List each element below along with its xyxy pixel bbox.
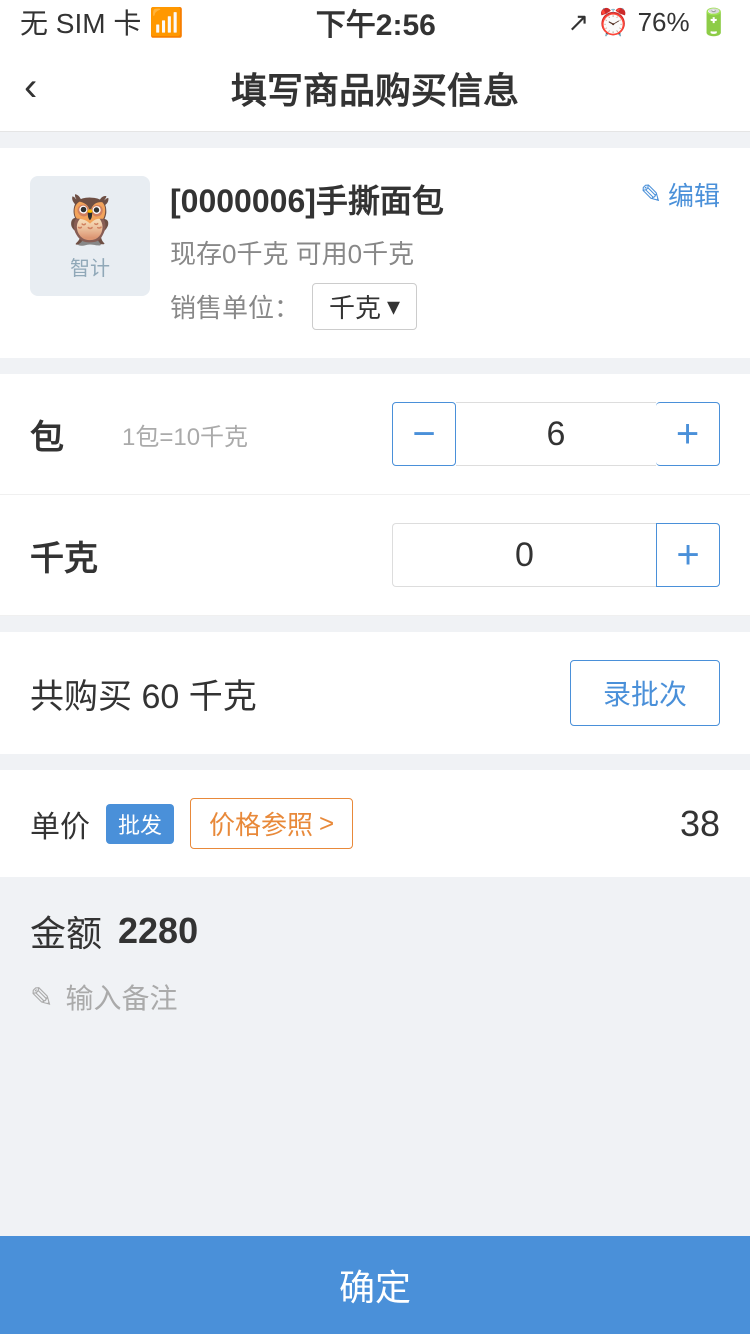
price-tag: 批发 bbox=[106, 804, 174, 844]
minus-button-bao[interactable]: − bbox=[392, 402, 456, 466]
amount-row: 金额 2280 bbox=[30, 905, 720, 957]
brand-text: 智计 bbox=[70, 252, 110, 281]
quantity-controls-bao: − + bbox=[392, 402, 720, 466]
qty-label-kg: 千克 bbox=[30, 531, 110, 580]
amount-section: 金额 2280 ✎ 输入备注 bbox=[0, 877, 750, 1037]
plus-button-bao[interactable]: + bbox=[656, 402, 720, 466]
bottom-spacer bbox=[0, 1037, 750, 1157]
owl-icon: 🦉 bbox=[60, 191, 120, 248]
status-time: 下午2:56 bbox=[316, 0, 436, 44]
location-icon: ↗ bbox=[567, 7, 589, 38]
price-value: 38 bbox=[680, 803, 720, 845]
product-logo: 🦉 智计 bbox=[60, 191, 120, 281]
quantity-row-bao: 包 1包=10千克 − + bbox=[0, 374, 750, 495]
battery-icon: 🔋 bbox=[698, 7, 730, 38]
qty-label-bao: 包 bbox=[30, 410, 110, 459]
wifi-icon: 📶 bbox=[149, 6, 184, 39]
edit-button[interactable]: ✎ 编辑 bbox=[640, 176, 720, 213]
product-name: [0000006]手撕面包 bbox=[170, 176, 720, 222]
status-left: 无 SIM 卡 📶 bbox=[20, 2, 184, 42]
sim-status: 无 SIM 卡 bbox=[20, 2, 141, 42]
product-unit: 销售单位： 千克 ▾ bbox=[170, 283, 720, 330]
page-title: 填写商品购买信息 bbox=[231, 62, 519, 114]
quantity-row-kg: 千克 + bbox=[0, 495, 750, 616]
unit-value: 千克 bbox=[329, 288, 381, 325]
dropdown-icon: ▾ bbox=[387, 291, 400, 322]
edit-label: 编辑 bbox=[668, 176, 720, 213]
confirm-button[interactable]: 确定 bbox=[0, 1236, 750, 1334]
pencil-icon: ✎ bbox=[30, 981, 53, 1014]
unit-label: 销售单位： bbox=[170, 288, 300, 325]
qty-hint-bao: 1包=10千克 bbox=[122, 417, 392, 452]
price-label: 单价 bbox=[30, 802, 90, 846]
qty-input-kg[interactable] bbox=[392, 523, 656, 587]
alarm-icon: ⏰ bbox=[597, 7, 629, 38]
quantity-section: 包 1包=10千克 − + 千克 + bbox=[0, 374, 750, 616]
product-image: 🦉 智计 bbox=[30, 176, 150, 296]
price-ref-label: 价格参照 bbox=[209, 805, 313, 842]
back-button[interactable]: ‹ bbox=[24, 65, 37, 110]
product-card: 🦉 智计 [0000006]手撕面包 现存0千克 可用0千克 销售单位： 千克 … bbox=[0, 148, 750, 358]
total-row: 共购买 60 千克 录批次 bbox=[0, 632, 750, 754]
product-stock: 现存0千克 可用0千克 bbox=[170, 234, 720, 271]
status-right: ↗ ⏰ 76% 🔋 bbox=[567, 7, 730, 38]
unit-select[interactable]: 千克 ▾ bbox=[312, 283, 417, 330]
plus-button-kg[interactable]: + bbox=[656, 523, 720, 587]
product-info: [0000006]手撕面包 现存0千克 可用0千克 销售单位： 千克 ▾ bbox=[170, 176, 720, 330]
price-row: 单价 批发 价格参照 > 38 bbox=[30, 798, 720, 849]
price-ref-arrow: > bbox=[319, 808, 334, 839]
remark-row[interactable]: ✎ 输入备注 bbox=[30, 977, 720, 1017]
price-reference-button[interactable]: 价格参照 > bbox=[190, 798, 353, 849]
qty-input-bao[interactable] bbox=[456, 402, 656, 466]
remark-input[interactable]: 输入备注 bbox=[65, 977, 177, 1017]
total-text: 共购买 60 千克 bbox=[30, 669, 257, 718]
edit-icon: ✎ bbox=[640, 179, 662, 210]
amount-value: 2280 bbox=[118, 910, 198, 952]
quantity-controls-kg: + bbox=[392, 523, 720, 587]
price-section: 单价 批发 价格参照 > 38 bbox=[0, 770, 750, 877]
record-batch-button[interactable]: 录批次 bbox=[570, 660, 720, 726]
battery-status: 76% bbox=[638, 7, 690, 38]
amount-label: 金额 bbox=[30, 905, 102, 957]
nav-bar: ‹ 填写商品购买信息 bbox=[0, 44, 750, 132]
status-bar: 无 SIM 卡 📶 下午2:56 ↗ ⏰ 76% 🔋 bbox=[0, 0, 750, 44]
